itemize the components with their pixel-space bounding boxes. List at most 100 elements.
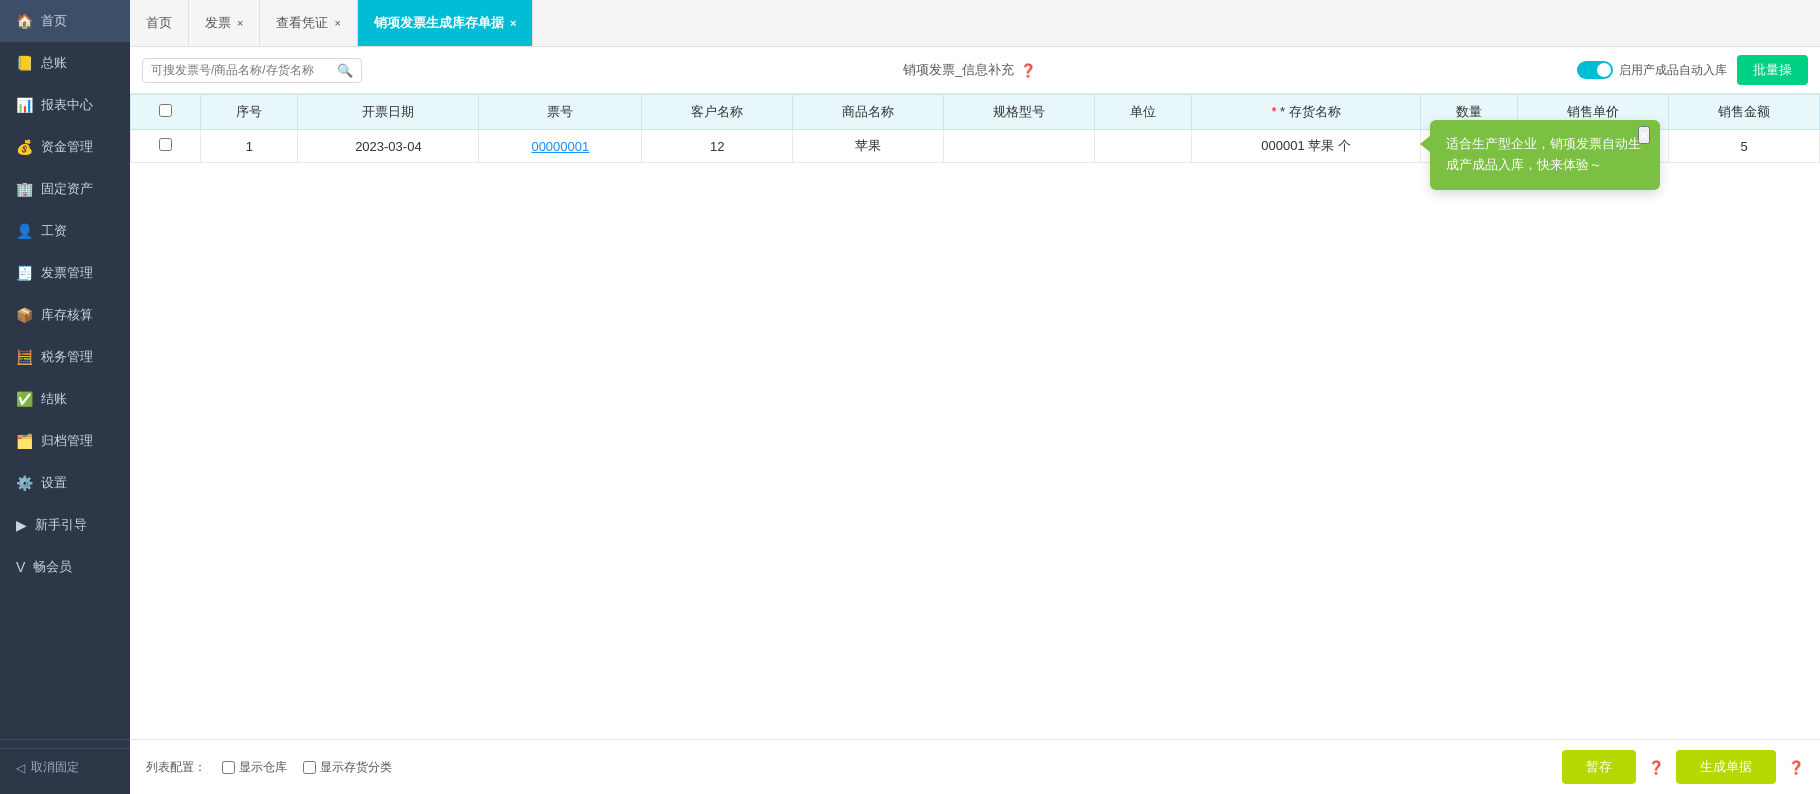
th-amount: 销售金额 xyxy=(1669,95,1820,130)
reports-icon: 📊 xyxy=(16,97,33,113)
bottom-right: 暂存 ❓ 生成单据 ❓ xyxy=(1562,750,1804,784)
fixed-assets-icon: 🏢 xyxy=(16,181,33,197)
cell-row0-col7 xyxy=(1095,130,1192,163)
general-ledger-icon: 📒 xyxy=(16,55,33,71)
th-checkbox xyxy=(131,95,201,130)
batch-button[interactable]: 批量操 xyxy=(1737,55,1808,85)
guide-icon: ▶ xyxy=(16,517,27,533)
show-warehouse-checkbox[interactable] xyxy=(222,761,235,774)
cell-row0-col6 xyxy=(944,130,1095,163)
guide-label: 新手引导 xyxy=(35,516,87,534)
th-open-date: 开票日期 xyxy=(298,95,479,130)
vip-label: 畅会员 xyxy=(33,558,72,576)
tooltip-arrow xyxy=(1420,136,1430,152)
config-label: 列表配置： xyxy=(146,759,206,776)
tab-close-cancel-invoice-tab[interactable]: × xyxy=(510,17,516,29)
show-warehouse-label[interactable]: 显示仓库 xyxy=(222,759,287,776)
sidebar-item-invoice-mgmt[interactable]: 🧾发票管理 xyxy=(0,252,130,294)
sidebar-item-payroll[interactable]: 👤工资 xyxy=(0,210,130,252)
tab-close-invoice-tab[interactable]: × xyxy=(237,17,243,29)
toolbar-center: 销项发票_信息补充 ❓ xyxy=(903,61,1036,79)
tab-label-invoice-tab: 发票 xyxy=(205,14,231,32)
center-label: 销项发票_信息补充 xyxy=(903,61,1014,79)
tab-voucher-tab[interactable]: 查看凭证 × xyxy=(260,0,357,46)
table-wrap: 序号开票日期票号客户名称商品名称规格型号单位* 存货名称数量销售单价销售金额 1… xyxy=(130,94,1820,739)
sidebar-item-fixed-assets[interactable]: 🏢固定资产 xyxy=(0,168,130,210)
tab-label-home-tab: 首页 xyxy=(146,14,172,32)
settlement-label: 结账 xyxy=(41,390,67,408)
sidebar-item-general-ledger[interactable]: 📒总账 xyxy=(0,42,130,84)
sidebar-item-tax-mgmt[interactable]: 🧮税务管理 xyxy=(0,336,130,378)
toolbar: 🔍 销项发票_信息补充 ❓ 启用产成品自动入库 批量操 xyxy=(130,47,1820,94)
toggle-knob xyxy=(1597,63,1611,77)
bottom-left: 列表配置： 显示仓库 显示存货分类 xyxy=(146,759,392,776)
th-spec: 规格型号 xyxy=(944,95,1095,130)
search-icon: 🔍 xyxy=(337,63,353,78)
home-label: 首页 xyxy=(41,12,67,30)
tab-bar: 首页 发票 × 查看凭证 × 销项发票生成库存单据 × xyxy=(130,0,1820,47)
tab-label-voucher-tab: 查看凭证 xyxy=(276,14,328,32)
help-icon-generate[interactable]: ❓ xyxy=(1788,760,1804,775)
tab-close-voucher-tab[interactable]: × xyxy=(334,17,340,29)
reports-label: 报表中心 xyxy=(41,96,93,114)
select-all-checkbox[interactable] xyxy=(159,104,172,117)
show-category-checkbox[interactable] xyxy=(303,761,316,774)
tab-home-tab[interactable]: 首页 xyxy=(130,0,189,46)
show-category-label[interactable]: 显示存货分类 xyxy=(303,759,392,776)
settlement-icon: ✅ xyxy=(16,391,33,407)
show-category-text: 显示存货分类 xyxy=(320,759,392,776)
help-icon-save[interactable]: ❓ xyxy=(1648,760,1664,775)
sidebar-item-fund-mgmt[interactable]: 💰 资金管理 xyxy=(0,126,130,168)
sidebar-item-settings[interactable]: ⚙️ 设置 xyxy=(0,462,130,504)
vip-icon: V xyxy=(16,559,25,575)
cell-row0-col8: 000001 苹果 个 xyxy=(1192,130,1421,163)
archive-label: 归档管理 xyxy=(41,432,93,450)
search-wrap: 🔍 xyxy=(142,58,362,83)
settings-label: 设置 xyxy=(41,474,67,492)
show-warehouse-text: 显示仓库 xyxy=(239,759,287,776)
sidebar: 🏠首页📒总账📊报表中心💰资金管理🏢固定资产👤工资🧾发票管理📦库存核算🧮税务管理✅… xyxy=(0,0,130,794)
unpin-label: 取消固定 xyxy=(31,759,79,776)
bottom-bar: 列表配置： 显示仓库 显示存货分类 暂存 ❓ 生成单据 ❓ xyxy=(130,739,1820,794)
tab-invoice-tab[interactable]: 发票 × xyxy=(189,0,260,46)
cell-row0-col1: 1 xyxy=(201,130,298,163)
help-icon-center[interactable]: ❓ xyxy=(1020,63,1036,78)
toggle-label: 启用产成品自动入库 xyxy=(1619,62,1727,79)
main-area: 首页发票×查看凭证×销项发票生成库存单据× 🔍 销项发票_信息补充 ❓ 启用 xyxy=(130,0,1820,794)
th-inventory-name: * 存货名称 xyxy=(1192,95,1421,130)
sidebar-item-vip[interactable]: V 畅会员 xyxy=(0,546,130,588)
cell-row0-col11: 5 xyxy=(1669,130,1820,163)
generate-button[interactable]: 生成单据 xyxy=(1676,750,1776,784)
tooltip-close-button[interactable]: × xyxy=(1638,126,1650,144)
sidebar-item-archive[interactable]: 🗂️ 归档管理 xyxy=(0,420,130,462)
search-input[interactable] xyxy=(151,63,337,77)
cell-row0-col5: 苹果 xyxy=(793,130,944,163)
settings-icon: ⚙️ xyxy=(16,475,33,491)
sidebar-item-settlement[interactable]: ✅ 结账 xyxy=(0,378,130,420)
cell-row0-col0[interactable] xyxy=(131,130,201,163)
cell-row0-col3[interactable]: 00000001 xyxy=(479,130,642,163)
tooltip-popup: × 适合生产型企业，销项发票自动生成产成品入库，快来体验～ xyxy=(1430,120,1660,190)
tax-mgmt-icon: 🧮 xyxy=(16,349,33,365)
th-goods-name: 商品名称 xyxy=(793,95,944,130)
row-checkbox-0[interactable] xyxy=(159,138,172,151)
th-customer: 客户名称 xyxy=(642,95,793,130)
sidebar-item-inventory[interactable]: 📦库存核算 xyxy=(0,294,130,336)
tab-label-cancel-invoice-tab: 销项发票生成库存单据 xyxy=(374,14,504,32)
auto-warehouse-toggle[interactable] xyxy=(1577,61,1613,79)
payroll-icon: 👤 xyxy=(16,223,33,239)
toolbar-left: 🔍 xyxy=(142,58,362,83)
sidebar-item-home[interactable]: 🏠首页 xyxy=(0,0,130,42)
sidebar-item-guide[interactable]: ▶ 新手引导 xyxy=(0,504,130,546)
th-seq: 序号 xyxy=(201,95,298,130)
save-button[interactable]: 暂存 xyxy=(1562,750,1636,784)
cell-row0-col4: 12 xyxy=(642,130,793,163)
invoice-mgmt-icon: 🧾 xyxy=(16,265,33,281)
tab-cancel-invoice-tab[interactable]: 销项发票生成库存单据 × xyxy=(358,0,533,46)
fund-mgmt-label: 资金管理 xyxy=(41,138,93,156)
unpin-icon: ◁ xyxy=(16,761,25,775)
archive-icon: 🗂️ xyxy=(16,433,33,449)
unpin-button[interactable]: ◁ 取消固定 xyxy=(0,748,130,786)
fund-mgmt-icon: 💰 xyxy=(16,139,33,155)
sidebar-item-reports[interactable]: 📊 报表中心 xyxy=(0,84,130,126)
